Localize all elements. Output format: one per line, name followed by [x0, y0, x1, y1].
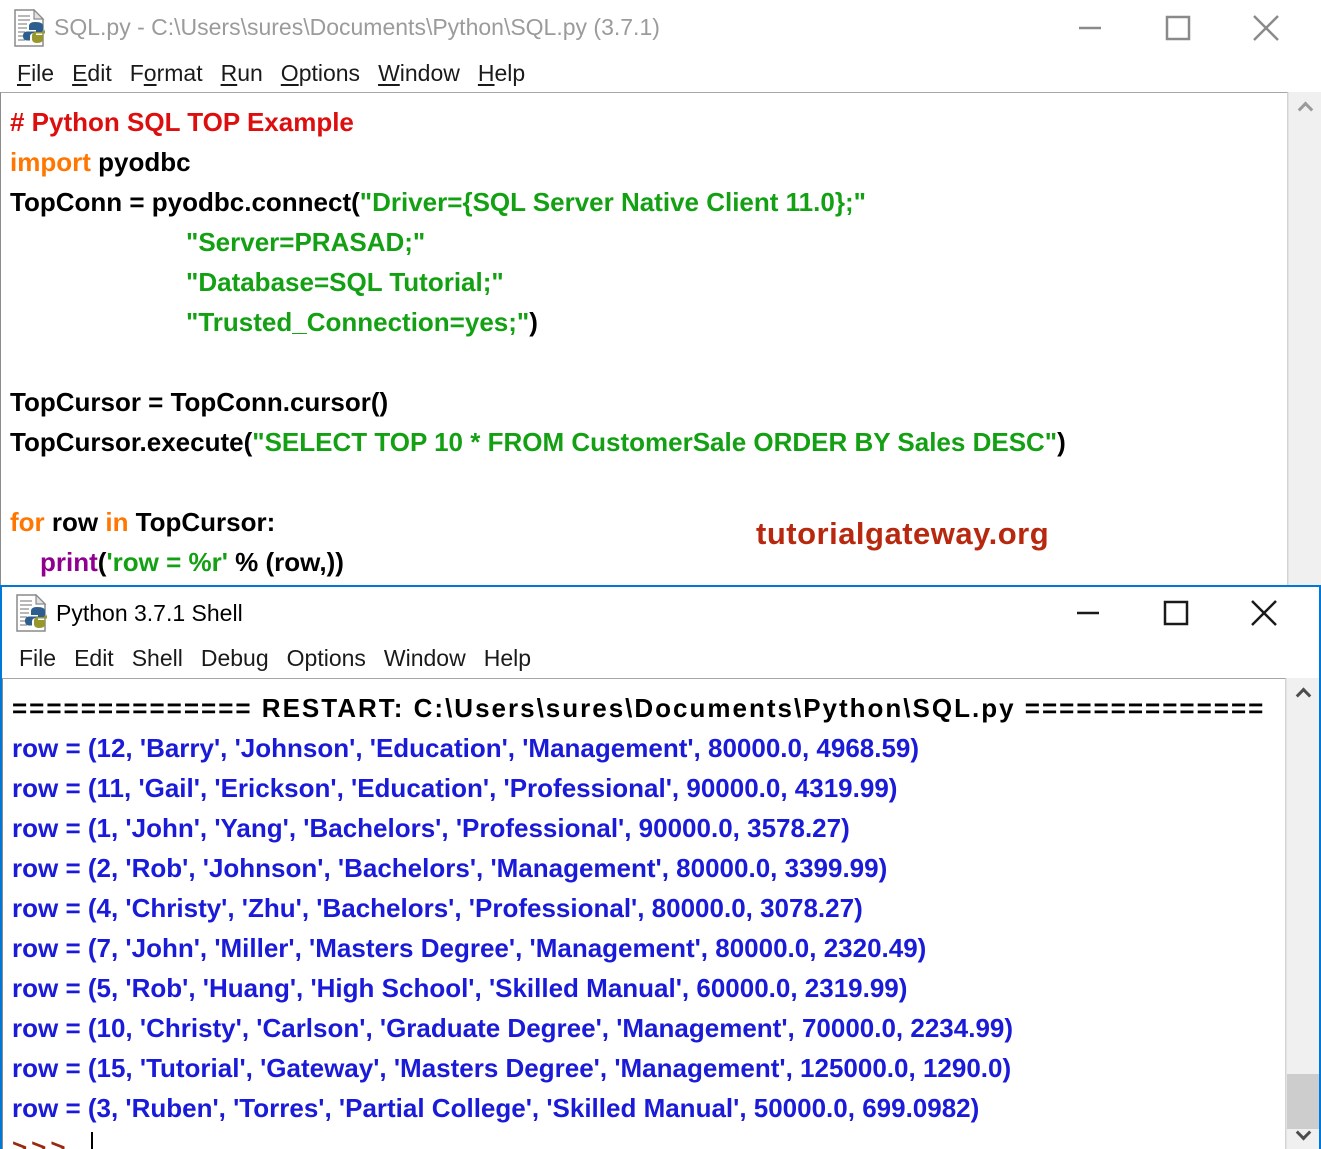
code-line: row = (4, 'Christy', 'Zhu', 'Bachelors',… [12, 888, 1285, 928]
code-line: TopConn = pyodbc.connect("Driver={SQL Se… [10, 182, 1287, 222]
shell-window: Python 3.7.1 Shell FileEditShellDebugOpt… [0, 585, 1321, 1149]
menu-item-options[interactable]: Options [278, 645, 375, 672]
menu-item-edit[interactable]: Edit [65, 645, 123, 672]
maximize-button[interactable] [1143, 0, 1213, 55]
scroll-up-button[interactable] [1287, 678, 1319, 706]
code-line: row = (7, 'John', 'Miller', 'Masters Deg… [12, 928, 1285, 968]
python-file-icon [15, 594, 47, 632]
minimize-button[interactable] [1053, 587, 1123, 639]
code-line [10, 342, 1287, 382]
menu-item-format[interactable]: Format [121, 60, 212, 87]
code-line: >>> [12, 1128, 1285, 1149]
editor-window-title: SQL.py - C:\Users\sures\Documents\Python… [54, 14, 660, 41]
code-line [10, 462, 1287, 502]
close-button[interactable] [1229, 587, 1299, 639]
code-line: TopCursor = TopConn.cursor() [10, 382, 1287, 422]
code-line: row = (1, 'John', 'Yang', 'Bachelors', '… [12, 808, 1285, 848]
watermark-text: tutorialgateway.org [756, 516, 1049, 552]
editor-code: # Python SQL TOP Exampleimport pyodbcTop… [1, 93, 1287, 582]
code-line: # Python SQL TOP Example [10, 102, 1287, 142]
code-line: row = (12, 'Barry', 'Johnson', 'Educatio… [12, 728, 1285, 768]
shell-scrollbar[interactable] [1286, 678, 1319, 1149]
code-line: ============== RESTART: C:\Users\sures\D… [12, 688, 1285, 728]
chevron-up-icon [1295, 687, 1311, 703]
shell-titlebar[interactable]: Python 3.7.1 Shell [2, 587, 1319, 639]
editor-menubar: FileEditFormatRunOptionsWindowHelp [0, 55, 1321, 92]
menu-item-help[interactable]: Help [475, 645, 540, 672]
code-line: row = (3, 'Ruben', 'Torres', 'Partial Co… [12, 1088, 1285, 1128]
menu-item-file[interactable]: File [8, 60, 63, 87]
minimize-button[interactable] [1055, 0, 1125, 55]
editor-titlebar[interactable]: SQL.py - C:\Users\sures\Documents\Python… [0, 0, 1321, 55]
shell-window-controls [1019, 587, 1319, 639]
chevron-down-icon [1295, 1124, 1311, 1140]
shell-menubar: FileEditShellDebugOptionsWindowHelp [2, 639, 1319, 678]
editor-scrollbar[interactable] [1288, 92, 1321, 588]
menu-item-file[interactable]: File [10, 645, 65, 672]
menu-item-window[interactable]: Window [375, 645, 475, 672]
menu-item-debug[interactable]: Debug [192, 645, 278, 672]
scroll-down-button[interactable] [1287, 1121, 1319, 1149]
maximize-button[interactable] [1141, 587, 1211, 639]
code-line: TopCursor.execute("SELECT TOP 10 * FROM … [10, 422, 1287, 462]
code-line: import pyodbc [10, 142, 1287, 182]
code-line: "Database=SQL Tutorial;" [10, 262, 1287, 302]
code-line: row = (11, 'Gail', 'Erickson', 'Educatio… [12, 768, 1285, 808]
code-line: row = (15, 'Tutorial', 'Gateway', 'Maste… [12, 1048, 1285, 1088]
code-line: "Server=PRASAD;" [10, 222, 1287, 262]
code-line: print('row = %r' % (row,)) [10, 542, 1287, 582]
shell-window-title: Python 3.7.1 Shell [56, 600, 243, 627]
menu-item-run[interactable]: Run [212, 60, 272, 87]
close-button[interactable] [1231, 0, 1301, 55]
menu-item-window[interactable]: Window [369, 60, 469, 87]
menu-item-shell[interactable]: Shell [123, 645, 192, 672]
shell-output: ============== RESTART: C:\Users\sures\D… [3, 679, 1285, 1149]
scroll-up-button[interactable] [1289, 92, 1321, 120]
editor-window-controls [1021, 0, 1321, 55]
editor-window: SQL.py - C:\Users\sures\Documents\Python… [0, 0, 1321, 588]
shell-text-area[interactable]: ============== RESTART: C:\Users\sures\D… [2, 678, 1286, 1149]
code-line: "Trusted_Connection=yes;") [10, 302, 1287, 342]
code-line: row = (5, 'Rob', 'Huang', 'High School',… [12, 968, 1285, 1008]
menu-item-edit[interactable]: Edit [63, 60, 121, 87]
editor-text-area[interactable]: # Python SQL TOP Exampleimport pyodbcTop… [0, 92, 1288, 588]
code-line: row = (2, 'Rob', 'Johnson', 'Bachelors',… [12, 848, 1285, 888]
menu-item-options[interactable]: Options [272, 60, 369, 87]
menu-item-help[interactable]: Help [469, 60, 534, 87]
code-line: row = (10, 'Christy', 'Carlson', 'Gradua… [12, 1008, 1285, 1048]
code-line: for row in TopCursor: [10, 502, 1287, 542]
text-cursor [91, 1132, 93, 1149]
chevron-up-icon [1297, 101, 1313, 117]
python-file-icon [13, 9, 45, 47]
